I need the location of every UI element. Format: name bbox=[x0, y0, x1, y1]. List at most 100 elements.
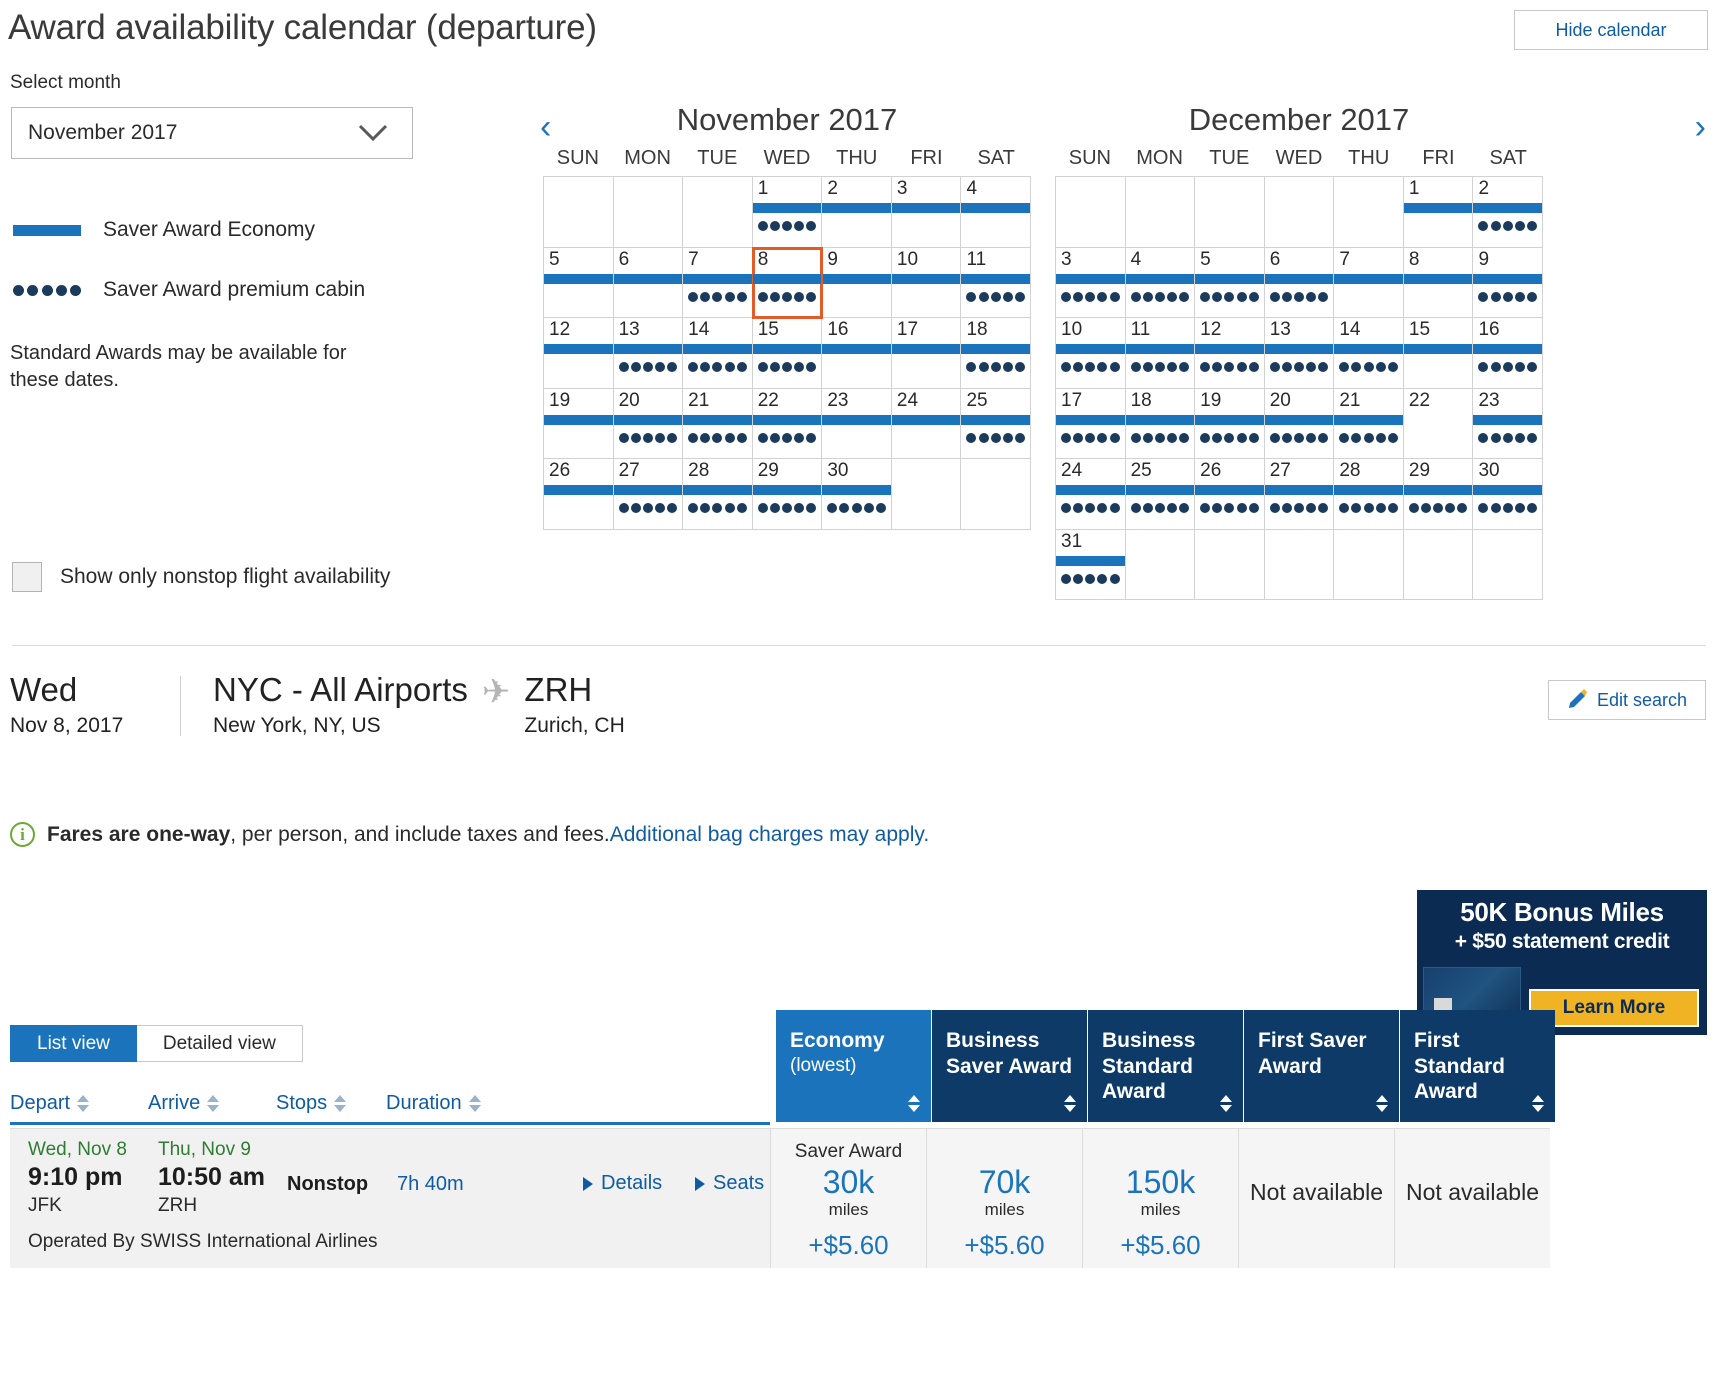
calendar-day-8[interactable]: 8 bbox=[1403, 247, 1474, 318]
details-link[interactable]: Details bbox=[583, 1172, 662, 1195]
calendar-day-6[interactable]: 6 bbox=[1264, 247, 1335, 318]
calendar-day-15[interactable]: 15 bbox=[752, 318, 823, 389]
month-select-dropdown[interactable]: November 2017 bbox=[11, 107, 413, 159]
fare-header-first-saver-award[interactable]: First Saver Award bbox=[1243, 1010, 1399, 1122]
calendar-day-3[interactable]: 3 bbox=[891, 177, 962, 248]
sort-arrows-icon[interactable] bbox=[1376, 1095, 1388, 1112]
next-month-arrow-icon[interactable]: › bbox=[1695, 110, 1706, 144]
calendar-day-4[interactable]: 4 bbox=[1125, 247, 1196, 318]
hide-calendar-button[interactable]: Hide calendar bbox=[1514, 10, 1708, 50]
calendar-day-10[interactable]: 10 bbox=[891, 247, 962, 318]
calendar-day-18[interactable]: 18 bbox=[1125, 388, 1196, 459]
calendar-day-31[interactable]: 31 bbox=[1056, 529, 1126, 600]
sort-arrows-icon[interactable] bbox=[1220, 1095, 1232, 1112]
sort-stops[interactable]: Stops bbox=[276, 1092, 386, 1115]
fare-cell-4[interactable]: Not available bbox=[1394, 1128, 1550, 1268]
calendar-day-25[interactable]: 25 bbox=[1125, 459, 1196, 530]
fare-cell-1[interactable]: 70k miles +$5.60 bbox=[926, 1128, 1082, 1268]
saver-premium-dots bbox=[618, 362, 678, 372]
calendar-day-7[interactable]: 7 bbox=[1334, 247, 1404, 318]
fare-header-economy[interactable]: Economy (lowest) bbox=[775, 1010, 931, 1122]
calendar-day-27[interactable]: 27 bbox=[613, 459, 684, 530]
calendar-day-19[interactable]: 19 bbox=[1195, 388, 1265, 459]
route-destination: ZRH Zurich, CH bbox=[524, 671, 624, 738]
calendar-day-1[interactable]: 1 bbox=[752, 177, 823, 248]
calendar-day-11[interactable]: 11 bbox=[1125, 318, 1196, 389]
calendar-day-6[interactable]: 6 bbox=[613, 247, 684, 318]
edit-search-button[interactable]: Edit search bbox=[1548, 680, 1706, 720]
calendar-day-13[interactable]: 13 bbox=[1264, 318, 1335, 389]
calendar-day-3[interactable]: 3 bbox=[1056, 247, 1126, 318]
calendar-day-27[interactable]: 27 bbox=[1264, 459, 1335, 530]
fare-cell-0[interactable]: Saver Award 30k miles +$5.60 bbox=[770, 1128, 926, 1268]
calendar-day-18[interactable]: 18 bbox=[961, 318, 1032, 389]
calendar-day-14[interactable]: 14 bbox=[683, 318, 753, 389]
calendar-day-22[interactable]: 22 bbox=[1403, 388, 1474, 459]
additional-bag-charges-link[interactable]: Additional bag charges may apply. bbox=[610, 823, 929, 847]
seats-link[interactable]: Seats bbox=[695, 1172, 764, 1195]
saver-economy-bar bbox=[961, 344, 1031, 354]
calendar-day-22[interactable]: 22 bbox=[752, 388, 823, 459]
calendar-day-2[interactable]: 2 bbox=[822, 177, 892, 248]
fare-header-business-standard-award[interactable]: Business Standard Award bbox=[1087, 1010, 1243, 1122]
sort-arrows-icon[interactable] bbox=[1532, 1095, 1544, 1112]
calendar-day-8[interactable]: 8 bbox=[751, 246, 824, 319]
calendar-day-19[interactable]: 19 bbox=[544, 388, 614, 459]
sort-duration[interactable]: Duration bbox=[386, 1092, 481, 1115]
calendar-day-25[interactable]: 25 bbox=[961, 388, 1032, 459]
calendar-day-9[interactable]: 9 bbox=[1473, 247, 1544, 318]
calendar-day-15[interactable]: 15 bbox=[1403, 318, 1474, 389]
fare-header-first-standard-award[interactable]: First Standard Award bbox=[1399, 1010, 1555, 1122]
calendar-day-number: 30 bbox=[827, 460, 849, 481]
calendar-day-13[interactable]: 13 bbox=[613, 318, 684, 389]
calendar-day-30[interactable]: 30 bbox=[1473, 459, 1544, 530]
calendar-day-14[interactable]: 14 bbox=[1334, 318, 1404, 389]
calendar-day-29[interactable]: 29 bbox=[1403, 459, 1474, 530]
tab-detailed-view[interactable]: Detailed view bbox=[136, 1025, 303, 1062]
calendar-day-26[interactable]: 26 bbox=[1195, 459, 1265, 530]
calendar-day-30[interactable]: 30 bbox=[822, 459, 892, 530]
calendar-day-11[interactable]: 11 bbox=[961, 247, 1032, 318]
view-tabs: List view Detailed view bbox=[10, 1025, 303, 1062]
calendar-day-4[interactable]: 4 bbox=[961, 177, 1032, 248]
calendar-day-7[interactable]: 7 bbox=[683, 247, 753, 318]
calendar-day-9[interactable]: 9 bbox=[822, 247, 892, 318]
calendar-day-17[interactable]: 17 bbox=[1056, 388, 1126, 459]
sort-arrive[interactable]: Arrive bbox=[148, 1092, 276, 1115]
calendar-day-20[interactable]: 20 bbox=[613, 388, 684, 459]
calendar-day-12[interactable]: 12 bbox=[1195, 318, 1265, 389]
nonstop-checkbox[interactable] bbox=[12, 562, 42, 592]
calendar-day-5[interactable]: 5 bbox=[1195, 247, 1265, 318]
calendar-day-12[interactable]: 12 bbox=[544, 318, 614, 389]
fare-header-business-saver-award[interactable]: Business Saver Award bbox=[931, 1010, 1087, 1122]
calendar-day-28[interactable]: 28 bbox=[1334, 459, 1404, 530]
tab-list-view[interactable]: List view bbox=[10, 1025, 137, 1062]
calendar-day-28[interactable]: 28 bbox=[683, 459, 753, 530]
calendar-day-5[interactable]: 5 bbox=[544, 247, 614, 318]
calendar-day-16[interactable]: 16 bbox=[1473, 318, 1544, 389]
calendar-day-24[interactable]: 24 bbox=[1056, 459, 1126, 530]
calendar-day-10[interactable]: 10 bbox=[1056, 318, 1126, 389]
calendar-day-number: 27 bbox=[618, 460, 640, 481]
calendar-day-21[interactable]: 21 bbox=[683, 388, 753, 459]
calendar-day-26[interactable]: 26 bbox=[544, 459, 614, 530]
sort-arrows-icon[interactable] bbox=[1064, 1095, 1076, 1112]
calendar-day-1[interactable]: 1 bbox=[1403, 177, 1474, 248]
calendar-day-23[interactable]: 23 bbox=[1473, 388, 1544, 459]
sort-arrows-icon[interactable] bbox=[908, 1095, 920, 1112]
calendar-day-number: 6 bbox=[1269, 248, 1281, 270]
calendar-day-2[interactable]: 2 bbox=[1473, 177, 1544, 248]
calendar-grid: 1 2 3 4 5 6 7 8 9 10 11 12 13 14 15 16 17 18 19 20 21 22 23 24 2… bbox=[543, 176, 1032, 530]
calendar-day-23[interactable]: 23 bbox=[822, 388, 892, 459]
calendar-day-21[interactable]: 21 bbox=[1334, 388, 1404, 459]
saver-economy-bar bbox=[1473, 273, 1543, 284]
calendar-day-24[interactable]: 24 bbox=[891, 388, 962, 459]
calendar-day-29[interactable]: 29 bbox=[752, 459, 823, 530]
sort-depart[interactable]: Depart bbox=[10, 1092, 148, 1115]
calendar-day-16[interactable]: 16 bbox=[822, 318, 892, 389]
fare-cell-2[interactable]: 150k miles +$5.60 bbox=[1082, 1128, 1238, 1268]
nonstop-filter-row[interactable]: Show only nonstop flight availability bbox=[12, 562, 390, 592]
calendar-day-20[interactable]: 20 bbox=[1264, 388, 1335, 459]
calendar-day-17[interactable]: 17 bbox=[891, 318, 962, 389]
fare-cell-3[interactable]: Not available bbox=[1238, 1128, 1394, 1268]
